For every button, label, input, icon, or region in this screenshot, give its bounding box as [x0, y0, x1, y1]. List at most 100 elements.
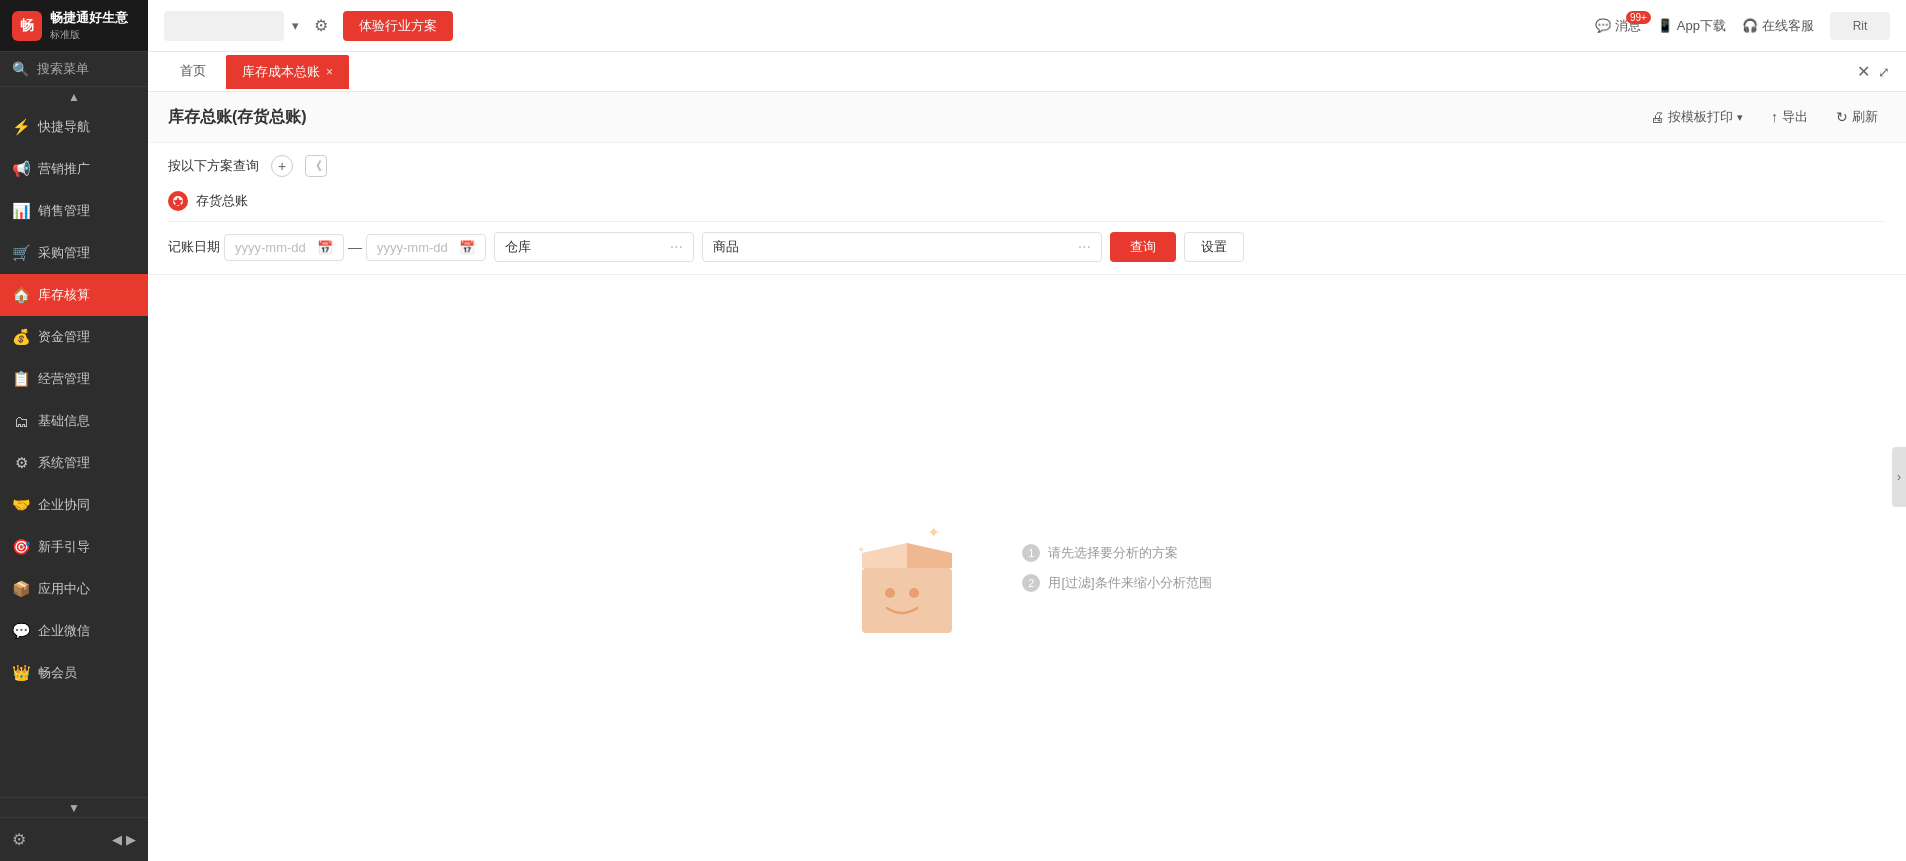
- topbar-dropdown[interactable]: ▾: [292, 18, 299, 33]
- sidebar-item-system[interactable]: ⚙ 系统管理: [0, 442, 148, 484]
- query-button[interactable]: 查询: [1110, 232, 1176, 262]
- logo-icon: 畅: [12, 11, 42, 41]
- calendar-end-icon[interactable]: 📅: [459, 240, 475, 255]
- tab-home[interactable]: 首页: [164, 54, 222, 90]
- topbar-logo: [164, 11, 284, 41]
- sidebar-item-app-center[interactable]: 📦 应用中心: [0, 568, 148, 610]
- print-icon: 🖨: [1650, 109, 1664, 125]
- sidebar-item-sales[interactable]: 📊 销售管理: [0, 190, 148, 232]
- main-area: ▾ ⚙ 体验行业方案 💬 消息 99+ 📱 App下载 🎧 在线客服 Rit: [148, 0, 1906, 861]
- scheme-item-inventory[interactable]: 存货总账: [168, 185, 1886, 217]
- page-header: 库存总账(存货总账) 🖨 按模板打印 ▾ ↑ 导出 ↻ 刷新: [148, 92, 1906, 143]
- sidebar-item-operations[interactable]: 📋 经营管理: [0, 358, 148, 400]
- refresh-icon: ↻: [1836, 109, 1848, 125]
- online-service-action[interactable]: 🎧 在线客服: [1742, 17, 1814, 35]
- export-label: 导出: [1782, 108, 1808, 126]
- scroll-down-icon[interactable]: ▼: [68, 801, 80, 815]
- collapse-icon[interactable]: ◀ ▶: [112, 832, 136, 847]
- newbie-icon: 🎯: [12, 538, 30, 556]
- export-action[interactable]: ↑ 导出: [1763, 104, 1816, 130]
- print-label: 按模板打印: [1668, 108, 1733, 126]
- tab-panel-close-icon[interactable]: ✕: [1857, 62, 1870, 81]
- settings-icon[interactable]: ⚙: [12, 830, 26, 849]
- purchase-icon: 🛒: [12, 244, 30, 262]
- message-badge: 99+: [1626, 11, 1651, 24]
- vip-icon: 👑: [12, 664, 30, 682]
- filter-add-button[interactable]: +: [271, 155, 293, 177]
- add-icon: +: [278, 158, 286, 174]
- date-start-input[interactable]: yyyy-mm-dd 📅: [224, 234, 344, 261]
- app-download-action[interactable]: 📱 App下载: [1657, 17, 1726, 35]
- product-label: 商品: [713, 238, 739, 256]
- calendar-start-icon[interactable]: 📅: [317, 240, 333, 255]
- sidebar-item-inventory[interactable]: 🏠 库存核算: [0, 274, 148, 316]
- message-action[interactable]: 💬 消息 99+: [1595, 17, 1641, 35]
- scroll-up-icon[interactable]: ▲: [68, 90, 80, 104]
- message-icon: 💬: [1595, 18, 1611, 33]
- export-icon: ↑: [1771, 109, 1778, 125]
- product-select[interactable]: 商品 ···: [702, 232, 1102, 262]
- side-collapse-button[interactable]: ›: [1892, 447, 1906, 507]
- collapse-icon: 《: [310, 158, 322, 175]
- sidebar-nav: ⚡ 快捷导航 📢 营销推广 📊 销售管理 🛒 采购管理 🏠 库存核算 💰 资金管…: [0, 106, 148, 797]
- sidebar-search[interactable]: 🔍 搜索菜单: [0, 52, 148, 87]
- sidebar: 畅 畅捷通好生意 标准版 🔍 搜索菜单 ▲ ⚡ 快捷导航 📢 营销推广 📊 销售…: [0, 0, 148, 861]
- operations-icon: 📋: [12, 370, 30, 388]
- empty-hint-2: 2 用[过滤]条件来缩小分析范围: [1022, 574, 1211, 592]
- empty-illustration: ✦ ✦: [842, 498, 982, 638]
- avatar-text: Rit: [1853, 19, 1868, 33]
- page-header-actions: 🖨 按模板打印 ▾ ↑ 导出 ↻ 刷新: [1642, 104, 1886, 130]
- page-content: 库存总账(存货总账) 🖨 按模板打印 ▾ ↑ 导出 ↻ 刷新: [148, 92, 1906, 861]
- tab-close-icon[interactable]: ×: [326, 65, 333, 79]
- filter-collapse-button[interactable]: 《: [305, 155, 327, 177]
- tab-inventory-cost[interactable]: 库存成本总账 ×: [226, 55, 349, 89]
- enterprise-wx-icon: 💬: [12, 622, 30, 640]
- step-1-icon: 1: [1022, 544, 1040, 562]
- empty-text: 1 请先选择要分析的方案 2 用[过滤]条件来缩小分析范围: [1022, 544, 1211, 592]
- search-label: 搜索菜单: [37, 60, 89, 78]
- refresh-action[interactable]: ↻ 刷新: [1828, 104, 1886, 130]
- sidebar-logo: 畅 畅捷通好生意 标准版: [0, 0, 148, 52]
- marketing-label: 营销推广: [38, 160, 136, 178]
- enterprise-icon: 🤝: [12, 496, 30, 514]
- sidebar-item-enterprise-wx[interactable]: 💬 企业微信: [0, 610, 148, 652]
- sidebar-item-enterprise[interactable]: 🤝 企业协同: [0, 484, 148, 526]
- filter-bar: 按以下方案查询 + 《 存货总账: [148, 143, 1906, 275]
- tab-panel-expand-icon[interactable]: ⤢: [1878, 64, 1890, 80]
- enterprise-wx-label: 企业微信: [38, 622, 136, 640]
- hint1-text: 请先选择要分析的方案: [1048, 544, 1178, 562]
- hint2-text: 用[过滤]条件来缩小分析范围: [1048, 574, 1211, 592]
- sidebar-item-quick-nav[interactable]: ⚡ 快捷导航: [0, 106, 148, 148]
- empty-svg: ✦ ✦: [842, 498, 982, 638]
- sidebar-item-finance[interactable]: 💰 资金管理: [0, 316, 148, 358]
- basic-info-icon: 🗂: [12, 413, 30, 430]
- phone-icon: 📱: [1657, 18, 1673, 33]
- settings-gear-icon[interactable]: ⚙: [307, 12, 335, 40]
- operations-label: 经营管理: [38, 370, 136, 388]
- user-avatar[interactable]: Rit: [1830, 12, 1890, 40]
- print-action[interactable]: 🖨 按模板打印 ▾: [1642, 104, 1751, 130]
- topbar: ▾ ⚙ 体验行业方案 💬 消息 99+ 📱 App下载 🎧 在线客服 Rit: [148, 0, 1906, 52]
- svg-text:✦: ✦: [927, 524, 940, 541]
- empty-hint-1: 1 请先选择要分析的方案: [1022, 544, 1211, 562]
- svg-marker-3: [907, 543, 952, 568]
- side-collapse-icon: ›: [1897, 470, 1901, 484]
- quick-nav-icon: ⚡: [12, 118, 30, 136]
- sidebar-item-purchase[interactable]: 🛒 采购管理: [0, 232, 148, 274]
- sidebar-item-marketing[interactable]: 📢 营销推广: [0, 148, 148, 190]
- app-center-icon: 📦: [12, 580, 30, 598]
- trial-button[interactable]: 体验行业方案: [343, 11, 453, 41]
- date-start-placeholder: yyyy-mm-dd: [235, 240, 306, 255]
- svg-point-5: [909, 588, 919, 598]
- warehouse-select[interactable]: 仓库 ···: [494, 232, 694, 262]
- sidebar-item-basic-info[interactable]: 🗂 基础信息: [0, 400, 148, 442]
- svg-text:✦: ✦: [857, 544, 865, 555]
- main-wrapper: 库存总账(存货总账) 🖨 按模板打印 ▾ ↑ 导出 ↻ 刷新: [148, 92, 1906, 861]
- finance-icon: 💰: [12, 328, 30, 346]
- svg-point-4: [885, 588, 895, 598]
- sales-label: 销售管理: [38, 202, 136, 220]
- date-end-input[interactable]: yyyy-mm-dd 📅: [366, 234, 486, 261]
- settings-button[interactable]: 设置: [1184, 232, 1244, 262]
- sidebar-item-vip[interactable]: 👑 畅会员: [0, 652, 148, 694]
- sidebar-item-newbie[interactable]: 🎯 新手引导: [0, 526, 148, 568]
